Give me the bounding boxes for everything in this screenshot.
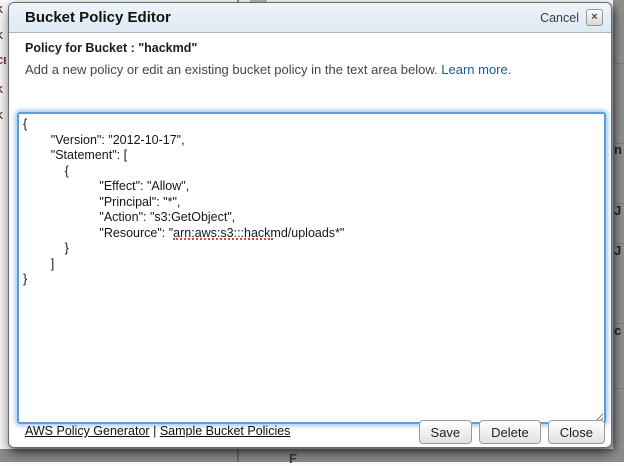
background-text-fragment-left: K	[0, 111, 6, 122]
policy-textarea[interactable]	[17, 112, 606, 424]
delete-button[interactable]: Delete	[479, 420, 541, 444]
background-overlay-bottom	[0, 449, 624, 462]
footer-buttons: Save Delete Close	[419, 420, 605, 444]
footer-links: AWS Policy Generator | Sample Bucket Pol…	[25, 424, 290, 438]
aws-policy-generator-link[interactable]: AWS Policy Generator	[25, 424, 150, 438]
background-row-line	[613, 388, 624, 389]
dialog-header: Bucket Policy Editor Cancel ×	[9, 3, 611, 33]
dialog-title: Bucket Policy Editor	[25, 9, 171, 26]
save-button[interactable]: Save	[419, 420, 473, 444]
close-icon[interactable]: ×	[586, 9, 603, 26]
cancel-link[interactable]: Cancel	[540, 11, 579, 25]
background-text-fragment-right: J	[614, 243, 621, 258]
bucket-policy-editor-dialog: Bucket Policy Editor Cancel × Policy for…	[8, 2, 612, 448]
footer-links-separator: |	[153, 424, 156, 438]
policy-description: Add a new policy or edit an existing buc…	[25, 62, 511, 77]
background-overlay-right	[613, 0, 624, 462]
background-text-fragment-bottom: F	[289, 451, 297, 466]
policy-description-text: Add a new policy or edit an existing buc…	[25, 62, 438, 77]
learn-more-link[interactable]: Learn more.	[441, 62, 511, 77]
background-column-divider-bottom	[237, 449, 239, 462]
background-row-line	[613, 63, 624, 64]
dialog-header-actions: Cancel ×	[540, 9, 603, 26]
background-text-fragment-right: n	[614, 142, 622, 157]
background-text-fragment-left: K	[0, 5, 6, 16]
policy-for-bucket-heading: Policy for Bucket : "hackmd"	[25, 41, 197, 55]
background-text-fragment-left: CE	[0, 56, 6, 67]
close-button[interactable]: Close	[548, 420, 605, 444]
sample-bucket-policies-link[interactable]: Sample Bucket Policies	[160, 424, 291, 438]
background-text-fragment-left: K	[0, 85, 6, 96]
background-text-fragment-right: c	[614, 323, 621, 338]
background-text-fragment-right: J	[614, 203, 621, 218]
background-text-fragment-left: K	[0, 31, 6, 42]
